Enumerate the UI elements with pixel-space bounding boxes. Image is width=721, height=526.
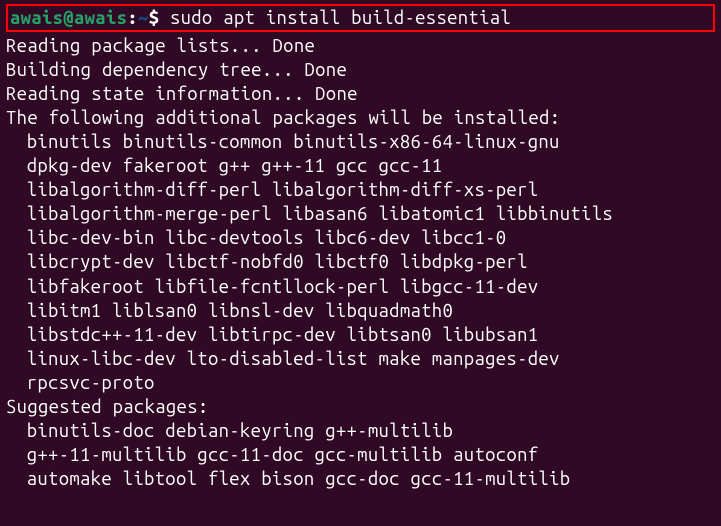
prompt-colon: : [127, 6, 138, 30]
output-line: Reading package lists... Done [6, 34, 715, 58]
output-line: libcrypt-dev libctf-nobfd0 libctf0 libdp… [6, 250, 715, 274]
output-line: Reading state information... Done [6, 82, 715, 106]
output-line: libitm1 liblsan0 libnsl-dev libquadmath0 [6, 299, 715, 323]
output-line: The following additional packages will b… [6, 106, 715, 130]
output-line: g++-11-multilib gcc-11-doc gcc-multilib … [6, 443, 715, 467]
output-line: automake libtool flex bison gcc-doc gcc-… [6, 467, 715, 491]
output-line: libfakeroot libfile-fcntllock-perl libgc… [6, 275, 715, 299]
output-line: libc-dev-bin libc-devtools libc6-dev lib… [6, 226, 715, 250]
prompt-user-host: awais@awais [10, 6, 127, 30]
output-line: libstdc++-11-dev libtirpc-dev libtsan0 l… [6, 323, 715, 347]
command-prompt-line: awais@awais:~$ sudo apt install build-es… [6, 4, 715, 32]
output-line: binutils-doc debian-keyring g++-multilib [6, 419, 715, 443]
output-line: dpkg-dev fakeroot g++ g++-11 gcc gcc-11 [6, 154, 715, 178]
output-line: libalgorithm-merge-perl libasan6 libatom… [6, 202, 715, 226]
command-text[interactable]: sudo apt install build-essential [159, 6, 511, 30]
output-line: linux-libc-dev lto-disabled-list make ma… [6, 347, 715, 371]
terminal-output: Reading package lists... DoneBuilding de… [6, 34, 715, 491]
prompt-dollar: $ [149, 6, 160, 30]
prompt-path: ~ [138, 6, 149, 30]
output-line: libalgorithm-diff-perl libalgorithm-diff… [6, 178, 715, 202]
output-line: rpcsvc-proto [6, 371, 715, 395]
output-line: binutils binutils-common binutils-x86-64… [6, 130, 715, 154]
output-line: Suggested packages: [6, 395, 715, 419]
output-line: Building dependency tree... Done [6, 58, 715, 82]
